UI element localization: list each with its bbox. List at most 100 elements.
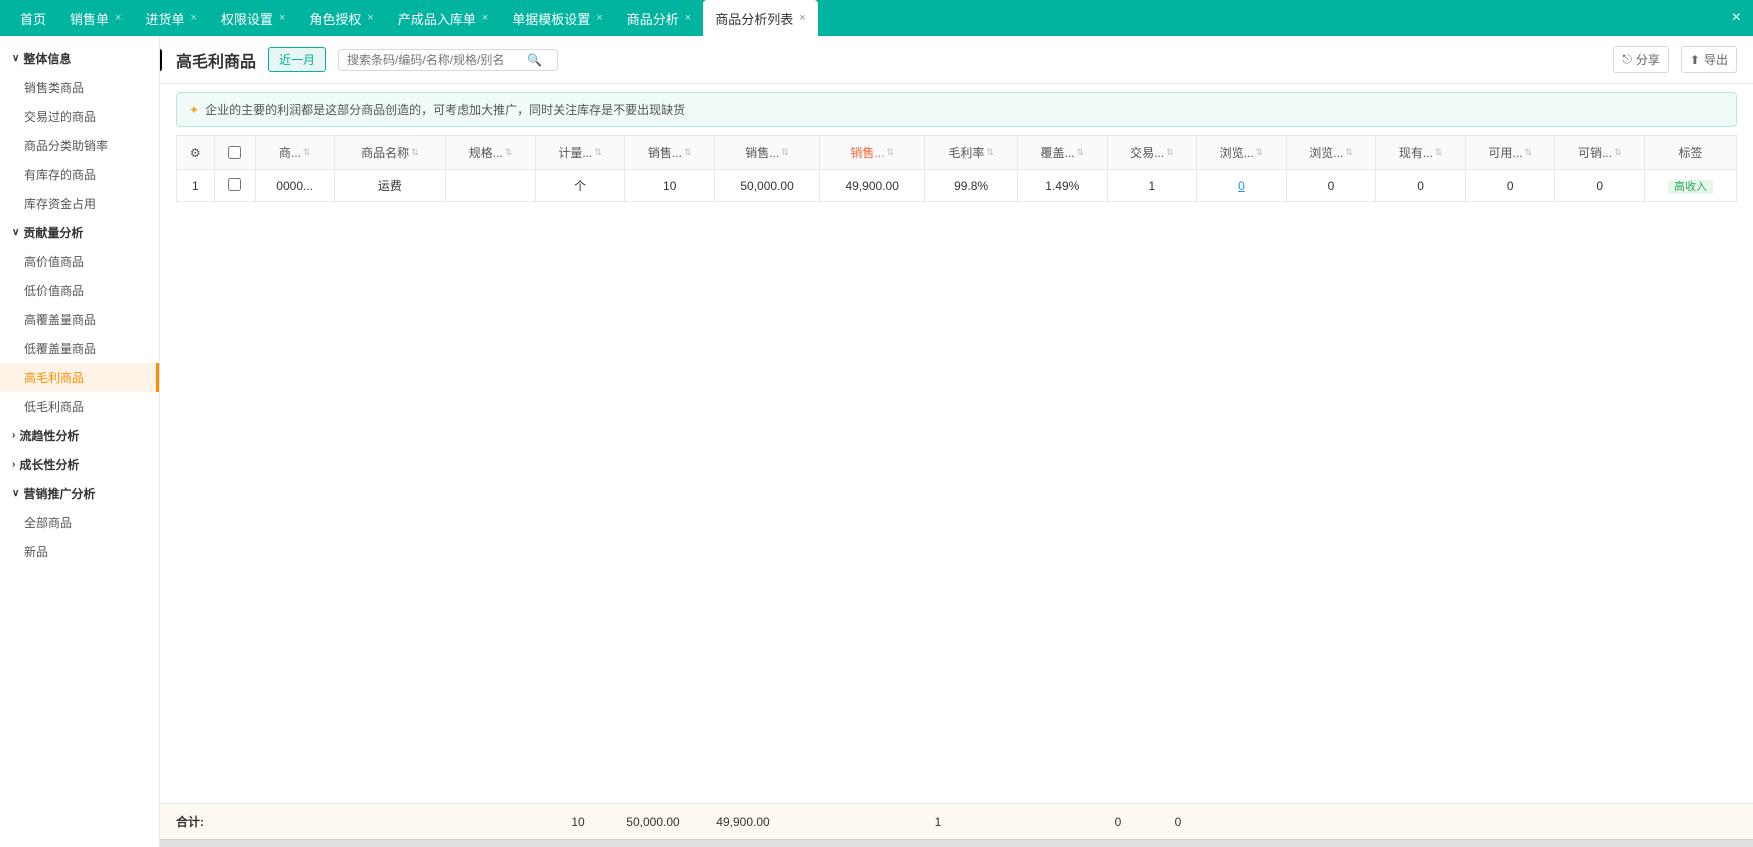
sidebar-item-traded-goods[interactable]: 交易过的商品 <box>0 102 159 131</box>
cell-sellable-stock: 0 <box>1555 170 1645 202</box>
cell-sales-amount: 50,000.00 <box>714 170 819 202</box>
collapse-sidebar-button[interactable]: « <box>160 48 162 71</box>
share-button[interactable]: ⎋ 分享 <box>1613 46 1669 73</box>
close-template-settings-icon[interactable]: × <box>596 12 602 24</box>
row-checkbox[interactable] <box>228 178 241 191</box>
col-code-header[interactable]: 商...⇅ <box>255 136 334 170</box>
nav-permissions[interactable]: 权限设置 × <box>209 0 297 36</box>
col-unit-header[interactable]: 计量...⇅ <box>535 136 625 170</box>
sidebar-group-marketing[interactable]: ∨ 营销推广分析 <box>0 479 159 508</box>
col-views1-header[interactable]: 浏览...⇅ <box>1197 136 1287 170</box>
search-input[interactable] <box>347 53 527 67</box>
col-available-stock-header[interactable]: 可用...⇅ <box>1465 136 1555 170</box>
close-all-tabs-icon[interactable]: × <box>1732 9 1741 27</box>
data-table: ⚙ 商...⇅ 商品名称⇅ 规格...⇅ <box>176 135 1737 202</box>
cell-code: 0000... <box>255 170 334 202</box>
sort-views2-icon[interactable]: ⇅ <box>1345 147 1353 158</box>
col-sales-profit-header[interactable]: 销售...⇅ <box>820 136 925 170</box>
sidebar-item-category-sales-rate[interactable]: 商品分类助销率 <box>0 131 159 160</box>
sidebar-item-new-goods[interactable]: 新品 <box>0 537 159 566</box>
nav-product-analysis[interactable]: 商品分析 × <box>615 0 703 36</box>
col-current-stock-header[interactable]: 现有...⇅ <box>1376 136 1466 170</box>
nav-template-settings[interactable]: 单据模板设置 × <box>500 0 614 36</box>
footer-sales-amount: 50,000.00 <box>608 815 698 829</box>
cell-checkbox[interactable] <box>214 170 255 202</box>
footer-bar: 合计: 10 50,000.00 49,900.00 1 0 0 <box>160 803 1753 839</box>
sidebar-item-low-margin[interactable]: 低毛利商品 <box>0 392 159 421</box>
col-checkbox-header[interactable] <box>214 136 255 170</box>
sidebar-item-stock-capital[interactable]: 库存资金占用 <box>0 189 159 218</box>
close-product-instock-icon[interactable]: × <box>482 12 488 24</box>
sidebar-item-sales-goods[interactable]: 销售类商品 <box>0 73 159 102</box>
close-sales-order-icon[interactable]: × <box>115 12 121 24</box>
export-button[interactable]: ⬆ 导出 <box>1681 46 1737 73</box>
select-all-checkbox[interactable] <box>228 146 241 159</box>
arrow-marketing-icon: ∨ <box>12 488 19 499</box>
top-nav: 首页 销售单 × 进货单 × 权限设置 × 角色授权 × 产成品入库单 × 单据… <box>0 0 1753 36</box>
close-role-auth-icon[interactable]: × <box>367 12 373 24</box>
cell-index: 1 <box>177 170 215 202</box>
sort-current-stock-icon[interactable]: ⇅ <box>1435 147 1443 158</box>
col-sales-qty-header[interactable]: 销售...⇅ <box>625 136 715 170</box>
sidebar: ∨ 整体信息 销售类商品 交易过的商品 商品分类助销率 有库存的商品 库存资金占… <box>0 36 160 847</box>
content-header: « 高毛利商品 近一月 🔍 ⎋ 分享 ⬆ 导出 <box>160 36 1753 84</box>
export-icon: ⬆ <box>1690 53 1700 67</box>
col-gross-margin-header[interactable]: 毛利率⇅ <box>925 136 1018 170</box>
sidebar-item-high-margin[interactable]: 高毛利商品 <box>0 363 159 392</box>
cell-current-stock: 0 <box>1376 170 1466 202</box>
sort-sales-amount-icon[interactable]: ⇅ <box>781 147 789 158</box>
sort-available-stock-icon[interactable]: ⇅ <box>1524 147 1532 158</box>
close-purchase-order-icon[interactable]: × <box>190 12 196 24</box>
bottom-scrollbar[interactable] <box>160 839 1753 847</box>
sidebar-item-high-coverage[interactable]: 高覆盖量商品 <box>0 305 159 334</box>
sidebar-item-all-goods[interactable]: 全部商品 <box>0 508 159 537</box>
sort-views1-icon[interactable]: ⇅ <box>1256 147 1264 158</box>
col-settings-header[interactable]: ⚙ <box>177 136 215 170</box>
col-views2-header[interactable]: 浏览...⇅ <box>1286 136 1376 170</box>
nav-home[interactable]: 首页 <box>8 0 58 36</box>
col-spec-header[interactable]: 规格...⇅ <box>446 136 536 170</box>
close-product-analysis-icon[interactable]: × <box>685 12 691 24</box>
nav-role-auth[interactable]: 角色授权 × <box>297 0 385 36</box>
nav-product-analysis-list[interactable]: 商品分析列表 × <box>703 0 817 36</box>
footer-available-stock: 0 <box>1148 815 1208 829</box>
cell-views1: 0 <box>1197 170 1287 202</box>
col-sales-amount-header[interactable]: 销售...⇅ <box>714 136 819 170</box>
close-permissions-icon[interactable]: × <box>279 12 285 24</box>
sort-spec-icon[interactable]: ⇅ <box>505 147 513 158</box>
sort-sellable-stock-icon[interactable]: ⇅ <box>1614 147 1622 158</box>
col-coverage-header[interactable]: 覆盖...⇅ <box>1018 136 1108 170</box>
sort-unit-icon[interactable]: ⇅ <box>594 147 602 158</box>
table-container: ⚙ 商...⇅ 商品名称⇅ 规格...⇅ <box>160 135 1753 803</box>
sidebar-group-growth[interactable]: › 成长性分析 <box>0 450 159 479</box>
search-box: 🔍 <box>338 49 558 71</box>
col-tag-header[interactable]: 标签 <box>1645 136 1737 170</box>
sidebar-item-in-stock-goods[interactable]: 有库存的商品 <box>0 160 159 189</box>
close-product-analysis-list-icon[interactable]: × <box>799 12 805 24</box>
col-name-header[interactable]: 商品名称⇅ <box>334 136 446 170</box>
info-icon: ✦ <box>189 103 199 117</box>
sort-gross-margin-icon[interactable]: ⇅ <box>986 147 994 158</box>
nav-sales-order[interactable]: 销售单 × <box>58 0 133 36</box>
cell-tag: 高收入 <box>1645 170 1737 202</box>
search-icon[interactable]: 🔍 <box>527 53 542 67</box>
sort-transaction-icon[interactable]: ⇅ <box>1166 147 1174 158</box>
sort-coverage-icon[interactable]: ⇅ <box>1077 147 1085 158</box>
date-filter-button[interactable]: 近一月 <box>268 47 326 72</box>
footer-transaction: 1 <box>908 815 968 829</box>
sidebar-group-trend[interactable]: › 流趋性分析 <box>0 421 159 450</box>
col-transaction-header[interactable]: 交易...⇅ <box>1107 136 1197 170</box>
col-sellable-stock-header[interactable]: 可销...⇅ <box>1555 136 1645 170</box>
sort-code-icon[interactable]: ⇅ <box>303 147 311 158</box>
sort-name-icon[interactable]: ⇅ <box>411 147 419 158</box>
nav-purchase-order[interactable]: 进货单 × <box>133 0 208 36</box>
sidebar-item-low-coverage[interactable]: 低覆盖量商品 <box>0 334 159 363</box>
sidebar-item-high-value[interactable]: 高价值商品 <box>0 247 159 276</box>
sidebar-group-contribution[interactable]: ∨ 贡献量分析 <box>0 218 159 247</box>
sidebar-group-overall[interactable]: ∨ 整体信息 <box>0 44 159 73</box>
nav-product-instock[interactable]: 产成品入库单 × <box>386 0 500 36</box>
sort-sales-qty-icon[interactable]: ⇅ <box>684 147 692 158</box>
sidebar-item-low-value[interactable]: 低价值商品 <box>0 276 159 305</box>
sort-sales-profit-icon[interactable]: ⇅ <box>886 147 894 158</box>
page-title: 高毛利商品 <box>176 48 256 72</box>
